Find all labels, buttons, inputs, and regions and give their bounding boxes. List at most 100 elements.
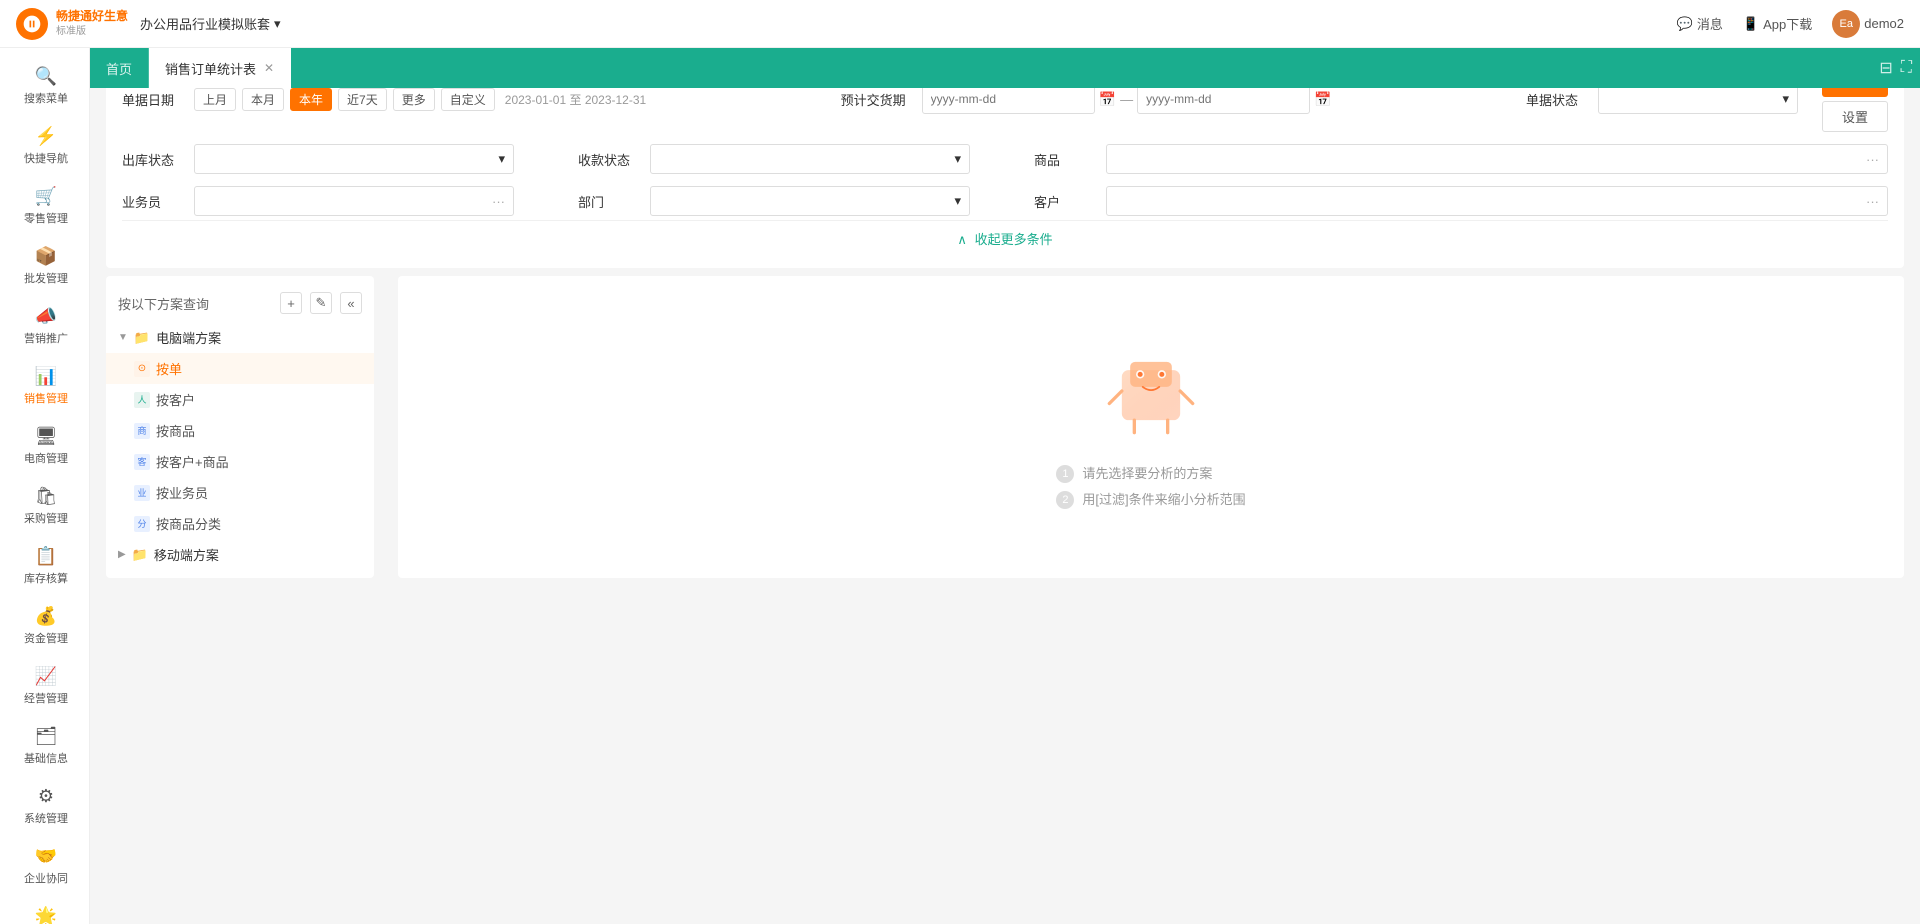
settings-btn[interactable]: 设置 xyxy=(1822,101,1888,132)
by-customer-icon: 人 xyxy=(134,392,150,408)
current-month-btn[interactable]: 本月 xyxy=(242,88,284,111)
operations-icon: 📈 xyxy=(35,666,57,687)
edit-icon: ✎ xyxy=(316,295,327,311)
empty-state: 1 请先选择要分析的方案 2 用[过滤]条件来缩小分析范围 xyxy=(1016,301,1285,553)
order-status-select[interactable]: ▾ xyxy=(1598,84,1798,114)
sales-icon: 📊 xyxy=(35,366,57,387)
delivery-date-start[interactable] xyxy=(922,84,1095,114)
user-area[interactable]: Ea demo2 xyxy=(1832,10,1904,38)
mobile-folder-icon: 📁 xyxy=(132,547,148,563)
tree-pc-parent[interactable]: ▼ 📁 电脑端方案 xyxy=(106,322,374,353)
app-download-btn[interactable]: 📱 App下载 xyxy=(1743,14,1812,33)
order-status-dropdown-icon: ▾ xyxy=(1782,91,1789,107)
tree-by-salesperson[interactable]: 业 按业务员 xyxy=(106,477,374,508)
cal-icon-left[interactable]: 📅 xyxy=(1099,91,1116,108)
sidebar-item-newbie[interactable]: 🌟 新手引导 xyxy=(0,896,89,924)
custom-btn[interactable]: 自定义 xyxy=(441,88,495,111)
hint-num-2: 2 xyxy=(1056,491,1074,509)
quicknav-icon: ⚡ xyxy=(35,126,57,147)
department-label: 部门 xyxy=(578,192,634,211)
empty-hint-row-1: 1 请先选择要分析的方案 xyxy=(1056,461,1245,487)
payment-status-dropdown-icon: ▾ xyxy=(954,151,961,167)
avatar: Ea xyxy=(1832,10,1860,38)
payment-status-select[interactable]: ▾ xyxy=(650,144,970,174)
tree-by-customer-goods[interactable]: 客 按客户+商品 xyxy=(106,446,374,477)
product-name: 办公用品行业模拟账套 xyxy=(140,14,270,33)
sidebar-item-quicknav[interactable]: ⚡ 快捷导航 xyxy=(0,116,89,176)
sidebar-item-operations[interactable]: 📈 经营管理 xyxy=(0,656,89,716)
salesperson-more-icon[interactable]: ··· xyxy=(492,194,505,209)
tree-by-goods[interactable]: 商 按商品 xyxy=(106,415,374,446)
product-dropdown[interactable]: 办公用品行业模拟账套 ▾ xyxy=(140,14,281,33)
search-icon: 🔍 xyxy=(35,66,57,87)
date-separator: — xyxy=(1120,92,1133,107)
enterprise-icon: 🤝 xyxy=(35,846,57,867)
left-panel-title: 按以下方案查询 xyxy=(118,294,209,313)
delivery-date-end[interactable] xyxy=(1137,84,1310,114)
tree-mobile-arrow-icon: ▶ xyxy=(118,549,126,560)
cal-icon-right[interactable]: 📅 xyxy=(1314,91,1331,108)
tree-by-goods-category[interactable]: 分 按商品分类 xyxy=(106,508,374,539)
tree-by-customer[interactable]: 人 按客户 xyxy=(106,384,374,415)
wholesale-icon: 📦 xyxy=(35,246,57,267)
customer-more-icon[interactable]: ··· xyxy=(1866,194,1879,209)
delivery-status-select[interactable]: ▾ xyxy=(194,144,514,174)
tree-mobile-parent[interactable]: ▶ 📁 移动端方案 xyxy=(106,539,374,570)
department-select[interactable]: ▾ xyxy=(650,186,970,216)
sidebar-item-marketing[interactable]: 📣 营销推广 xyxy=(0,296,89,356)
hint-num-1: 1 xyxy=(1056,465,1074,483)
sidebar-item-enterprise[interactable]: 🤝 企业协同 xyxy=(0,836,89,896)
sidebar-item-inventory[interactable]: 📋 库存核算 xyxy=(0,536,89,596)
payment-status-label: 收款状态 xyxy=(578,150,634,169)
salesperson-select[interactable]: ··· xyxy=(194,186,514,216)
goods-more-icon[interactable]: ··· xyxy=(1866,152,1879,167)
tab-controls: ⊟ ⛶ xyxy=(1879,58,1920,78)
tab-minimize-icon[interactable]: ⊟ xyxy=(1879,58,1892,78)
sidebar-item-search[interactable]: 🔍 搜索菜单 xyxy=(0,56,89,116)
split-layout: 按以下方案查询 + ✎ « ▼ 📁 xyxy=(106,276,1904,578)
tab-close-icon[interactable]: ✕ xyxy=(264,61,274,75)
edit-scheme-btn[interactable]: ✎ xyxy=(310,292,332,314)
collapse-btn[interactable]: ∧ 收起更多条件 xyxy=(122,220,1888,256)
sidebar-item-sales[interactable]: 📊 销售管理 xyxy=(0,356,89,416)
order-status-label: 单据状态 xyxy=(1526,90,1582,109)
add-scheme-btn[interactable]: + xyxy=(280,292,302,314)
by-order-icon: ⊙ xyxy=(134,361,150,377)
customer-select[interactable]: ··· xyxy=(1106,186,1888,216)
sidebar-item-retail[interactable]: 🛒 零售管理 xyxy=(0,176,89,236)
tree-by-order[interactable]: ⊙ 按单 xyxy=(106,353,374,384)
sidebar-item-wholesale[interactable]: 📦 批发管理 xyxy=(0,236,89,296)
tab-maximize-icon[interactable]: ⛶ xyxy=(1901,59,1912,77)
sidebar-item-purchase[interactable]: 🛍 采购管理 xyxy=(0,476,89,536)
more-btn[interactable]: 更多 xyxy=(393,88,435,111)
empty-illustration xyxy=(1101,341,1201,441)
goods-select[interactable]: ··· xyxy=(1106,144,1888,174)
main-content: 销售订单统计表(按单) ❓ 帮助 🖨 按模板打印 ▾ ⬇ 导出 ↺ 刷新 xyxy=(90,0,1920,594)
customer-label: 客户 xyxy=(1034,192,1090,211)
sidebar-item-system[interactable]: ⚙ 系统管理 xyxy=(0,776,89,836)
finance-icon: 💰 xyxy=(35,606,57,627)
sidebar-item-ecommerce[interactable]: 🖥 电商管理 xyxy=(0,416,89,476)
message-btn[interactable]: 💬 消息 xyxy=(1677,14,1723,33)
topbar-right: 💬 消息 📱 App下载 Ea demo2 xyxy=(1677,10,1904,38)
left-panel-tools: + ✎ « xyxy=(280,292,362,314)
7days-btn[interactable]: 近7天 xyxy=(338,88,387,111)
tree-mobile-section: ▶ 📁 移动端方案 xyxy=(106,539,374,570)
empty-hints: 1 请先选择要分析的方案 2 用[过滤]条件来缩小分析范围 xyxy=(1056,461,1245,513)
by-goods-icon: 商 xyxy=(134,423,150,439)
sidebar-item-finance[interactable]: 💰 资金管理 xyxy=(0,596,89,656)
sidebar-item-basic[interactable]: 🗂 基础信息 xyxy=(0,716,89,776)
tree-pc-section: ▼ 📁 电脑端方案 ⊙ 按单 人 按客户 商 按商品 客 xyxy=(106,322,374,539)
prev-month-btn[interactable]: 上月 xyxy=(194,88,236,111)
purchase-icon: 🛍 xyxy=(35,486,58,507)
empty-hint-row-2: 2 用[过滤]条件来缩小分析范围 xyxy=(1056,487,1245,513)
collapse-panel-btn[interactable]: « xyxy=(340,292,362,314)
logo-text: 畅捷通好生意 标准版 xyxy=(56,9,128,38)
tab-sales-order-stats[interactable]: 销售订单统计表 ✕ xyxy=(149,48,291,88)
tab-home[interactable]: 首页 xyxy=(90,48,149,88)
filter-row-3: 业务员 ··· 部门 ▾ 客户 ··· xyxy=(122,186,1888,216)
ecommerce-icon: 🖥 xyxy=(35,426,58,447)
by-salesperson-icon: 业 xyxy=(134,485,150,501)
current-year-btn[interactable]: 本年 xyxy=(290,88,332,111)
goods-label: 商品 xyxy=(1034,150,1090,169)
